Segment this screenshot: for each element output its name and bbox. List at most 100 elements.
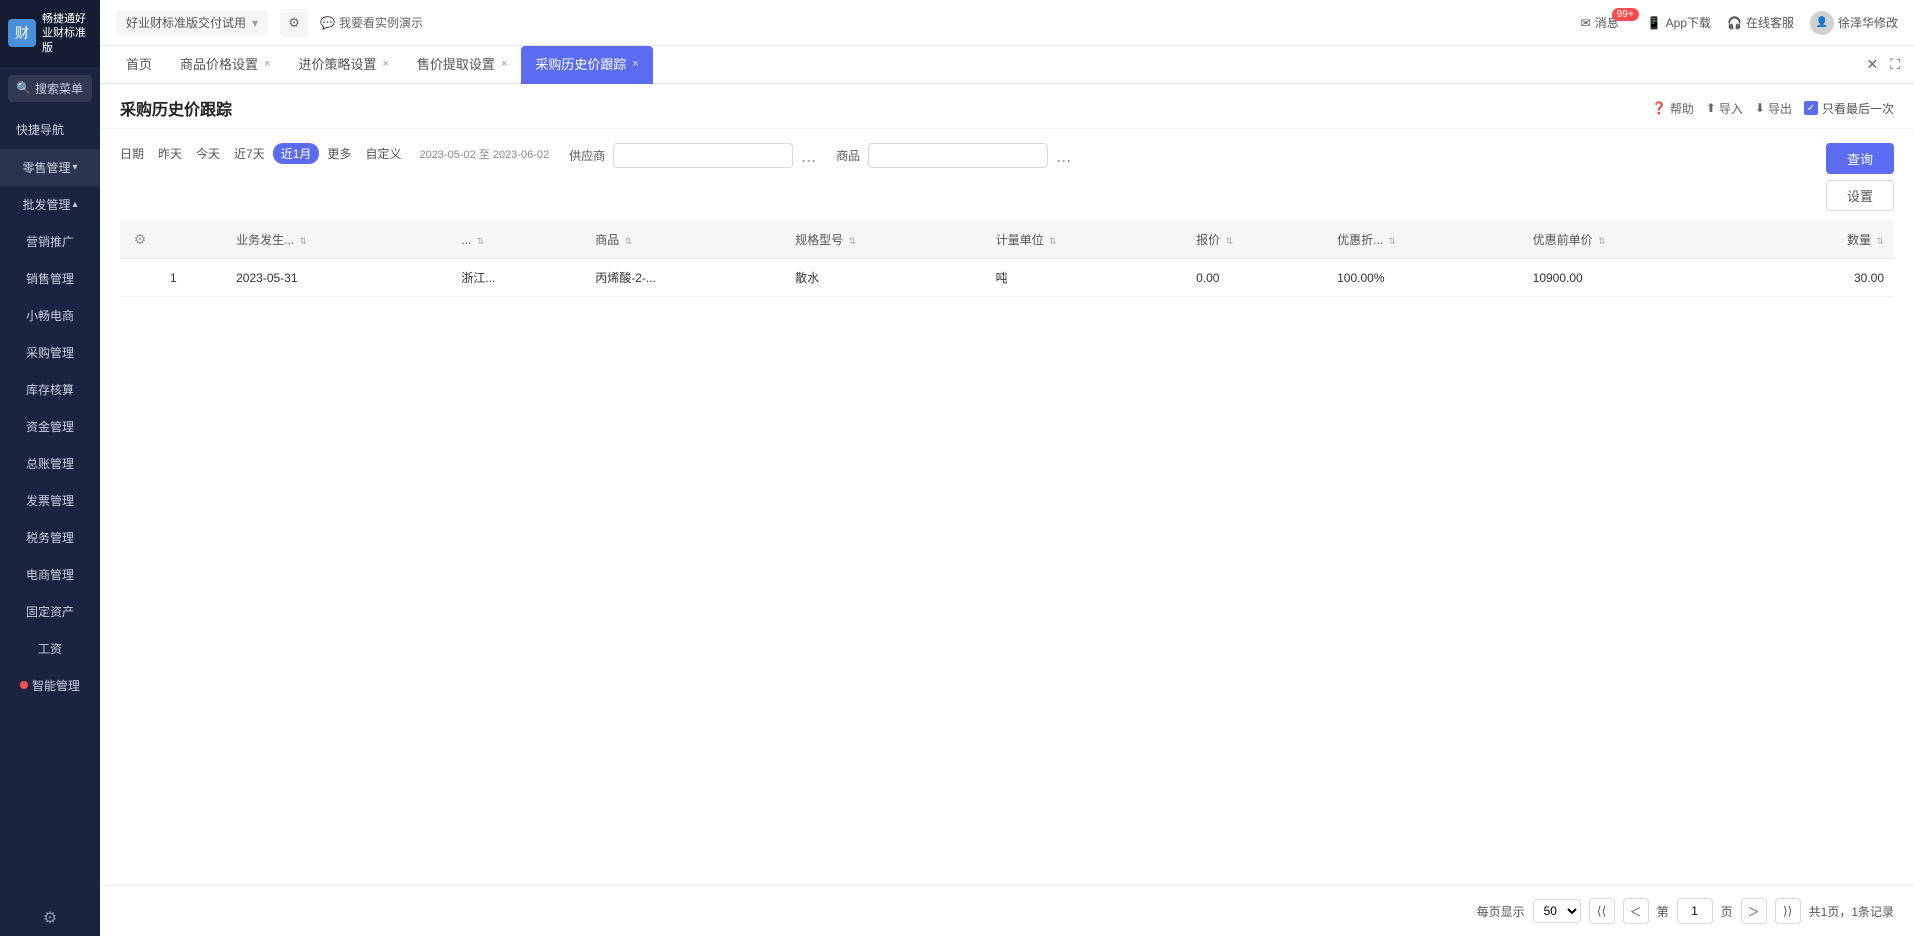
page-label: 第 xyxy=(1657,903,1669,920)
service-icon: 🎧 xyxy=(1727,16,1742,30)
filter-settings-button[interactable]: 设置 xyxy=(1826,180,1894,211)
supplier-more-btn[interactable]: ... xyxy=(801,147,816,165)
supplier-input[interactable] xyxy=(613,143,793,168)
sidebar-item-tax[interactable]: 税务管理 xyxy=(0,519,100,556)
chevron-up-icon: ▴ xyxy=(72,199,77,210)
date-option-today[interactable]: 今天 xyxy=(190,143,226,164)
page-last-button[interactable]: ⟩⟩ xyxy=(1775,898,1801,924)
sidebar-item-smart[interactable]: 智能管理 xyxy=(0,667,100,704)
th-pre-discount-price[interactable]: 优惠前单价 ⇅ xyxy=(1523,221,1753,259)
sidebar-item-inventory-label: 库存核算 xyxy=(26,381,74,398)
help-link[interactable]: ❓ 帮助 xyxy=(1652,100,1694,117)
sidebar-settings-button[interactable]: ⚙ xyxy=(43,908,57,928)
page-number-input[interactable]: 1 xyxy=(1677,898,1713,924)
date-range-display: 2023-05-02 至 2023-06-02 xyxy=(419,146,549,162)
tab-expand-button[interactable]: ⛶ xyxy=(1888,54,1902,75)
sidebar-item-sales-label: 销售管理 xyxy=(26,270,74,287)
page-container: 采购历史价跟踪 ❓ 帮助 ⬆ 导入 ⬇ 导出 ✓ xyxy=(100,84,1914,936)
sort-icon: ⇅ xyxy=(1388,236,1396,246)
sidebar-item-inventory[interactable]: 库存核算 xyxy=(0,371,100,408)
product-more-btn[interactable]: ... xyxy=(1056,147,1071,165)
online-service-button[interactable]: 🎧 在线客服 xyxy=(1727,14,1794,31)
sidebar-item-sales[interactable]: 销售管理 xyxy=(0,260,100,297)
sidebar-item-marketing[interactable]: 营销推广 xyxy=(0,223,100,260)
sidebar-item-salary[interactable]: 工资 xyxy=(0,630,100,667)
date-option-more[interactable]: 更多 xyxy=(321,143,357,164)
date-option-yesterday[interactable]: 昨天 xyxy=(152,143,188,164)
table-header-row: ⚙ 业务发生... ⇅ ... ⇅ xyxy=(120,221,1894,259)
sidebar-item-capital[interactable]: 资金管理 xyxy=(0,408,100,445)
page-title: 采购历史价跟踪 xyxy=(120,96,232,120)
date-option-7days[interactable]: 近7天 xyxy=(228,143,271,164)
sidebar-item-tax-label: 税务管理 xyxy=(26,529,74,546)
app-download-button[interactable]: 📱 App下载 xyxy=(1647,14,1711,31)
sidebar-item-invoice[interactable]: 发票管理 xyxy=(0,482,100,519)
tab-sale-price[interactable]: 售价提取设置 × xyxy=(403,46,521,84)
th-product[interactable]: 商品 ⇅ xyxy=(585,221,785,259)
sidebar-item-ecom-small[interactable]: 小畅电商 xyxy=(0,297,100,334)
tab-home[interactable]: 首页 xyxy=(112,46,166,84)
page-first-button[interactable]: ⟨⟨ xyxy=(1589,898,1615,924)
settings-icon-button[interactable]: ⚙ xyxy=(280,9,308,37)
tab-close-all-button[interactable]: ✕ xyxy=(1864,54,1880,75)
column-settings-icon[interactable]: ⚙ xyxy=(134,231,147,247)
demo-link[interactable]: 💬 我要看实例演示 xyxy=(320,14,423,31)
tab-price[interactable]: 商品价格设置 × xyxy=(166,46,284,84)
search-menu-button[interactable]: 🔍 搜索菜单 xyxy=(8,75,92,102)
tab-history-price-label: 采购历史价跟踪 xyxy=(535,54,626,73)
page-actions: ❓ 帮助 ⬆ 导入 ⬇ 导出 ✓ 只看最后一次 xyxy=(1652,100,1894,117)
th-unit-label: 计量单位 xyxy=(996,233,1044,247)
version-selector[interactable]: 好业财标准版交付试用 ▾ xyxy=(116,10,268,35)
user-info[interactable]: 👤 徐泽华修改 xyxy=(1810,11,1898,35)
sidebar-item-purchase[interactable]: 采购管理 xyxy=(0,334,100,371)
product-input[interactable] xyxy=(868,143,1048,168)
th-gear[interactable]: ⚙ xyxy=(120,221,160,259)
sidebar-item-fixed-assets[interactable]: 固定资产 xyxy=(0,593,100,630)
per-page-select[interactable]: 50 xyxy=(1533,899,1581,923)
tab-purchase-strategy[interactable]: 进价策略设置 × xyxy=(284,46,402,84)
page-prev-button[interactable]: ＜ xyxy=(1623,898,1649,924)
version-label: 好业财标准版交付试用 xyxy=(126,14,246,31)
date-option-custom[interactable]: 自定义 xyxy=(359,143,407,164)
table-wrap: ⚙ 业务发生... ⇅ ... ⇅ xyxy=(100,221,1914,885)
last-only-checkbox[interactable]: ✓ 只看最后一次 xyxy=(1804,100,1894,117)
sort-icon: ⇅ xyxy=(1225,236,1233,246)
sidebar-item-ledger-label: 总账管理 xyxy=(26,455,74,472)
sidebar-item-salary-label: 工资 xyxy=(38,640,62,657)
query-button[interactable]: 查询 xyxy=(1826,143,1894,174)
th-spec[interactable]: 规格型号 ⇅ xyxy=(785,221,985,259)
th-quantity[interactable]: 数量 ⇅ xyxy=(1753,221,1894,259)
tab-purchase-strategy-close[interactable]: × xyxy=(382,58,388,70)
sidebar-item-retail[interactable]: 零售管理 ▾ xyxy=(0,149,100,186)
date-option-1month[interactable]: 近1月 xyxy=(273,143,320,164)
tab-history-price-close[interactable]: × xyxy=(632,58,638,70)
sidebar-search-area: 🔍 搜索菜单 xyxy=(0,67,100,110)
sidebar-item-ecom[interactable]: 电商管理 xyxy=(0,556,100,593)
avatar: 👤 xyxy=(1810,11,1834,35)
sort-icon: ⇅ xyxy=(849,236,857,246)
th-unit[interactable]: 计量单位 ⇅ xyxy=(986,221,1186,259)
message-badge: 99+ xyxy=(1612,8,1639,21)
app-icon: 📱 xyxy=(1647,16,1662,30)
sidebar-item-ledger[interactable]: 总账管理 xyxy=(0,445,100,482)
sidebar-item-ecom-label: 电商管理 xyxy=(26,566,74,583)
search-icon: 🔍 xyxy=(16,81,31,95)
import-label: 导入 xyxy=(1719,100,1743,117)
th-quote[interactable]: 报价 ⇅ xyxy=(1186,221,1327,259)
sidebar-item-capital-label: 资金管理 xyxy=(26,418,74,435)
tab-history-price[interactable]: 采购历史价跟踪 × xyxy=(521,46,652,84)
quicknav-button[interactable]: 快捷导航 xyxy=(8,116,92,143)
sidebar-item-wholesale[interactable]: 批发管理 ▴ xyxy=(0,186,100,223)
th-more-cols[interactable]: ... ⇅ xyxy=(451,221,585,259)
page-next-button[interactable]: ＞ xyxy=(1741,898,1767,924)
tab-sale-price-close[interactable]: × xyxy=(501,58,507,70)
chevron-down-icon: ▾ xyxy=(252,16,258,30)
help-label: 帮助 xyxy=(1670,100,1694,117)
th-discount[interactable]: 优惠折... ⇅ xyxy=(1327,221,1523,259)
tab-price-close[interactable]: × xyxy=(264,58,270,70)
row-quote-cell: 0.00 xyxy=(1186,259,1327,297)
import-link[interactable]: ⬆ 导入 xyxy=(1706,100,1743,117)
export-link[interactable]: ⬇ 导出 xyxy=(1755,100,1792,117)
message-button[interactable]: ✉ 消息 99+ xyxy=(1581,14,1631,31)
th-biz-date[interactable]: 业务发生... ⇅ xyxy=(226,221,451,259)
